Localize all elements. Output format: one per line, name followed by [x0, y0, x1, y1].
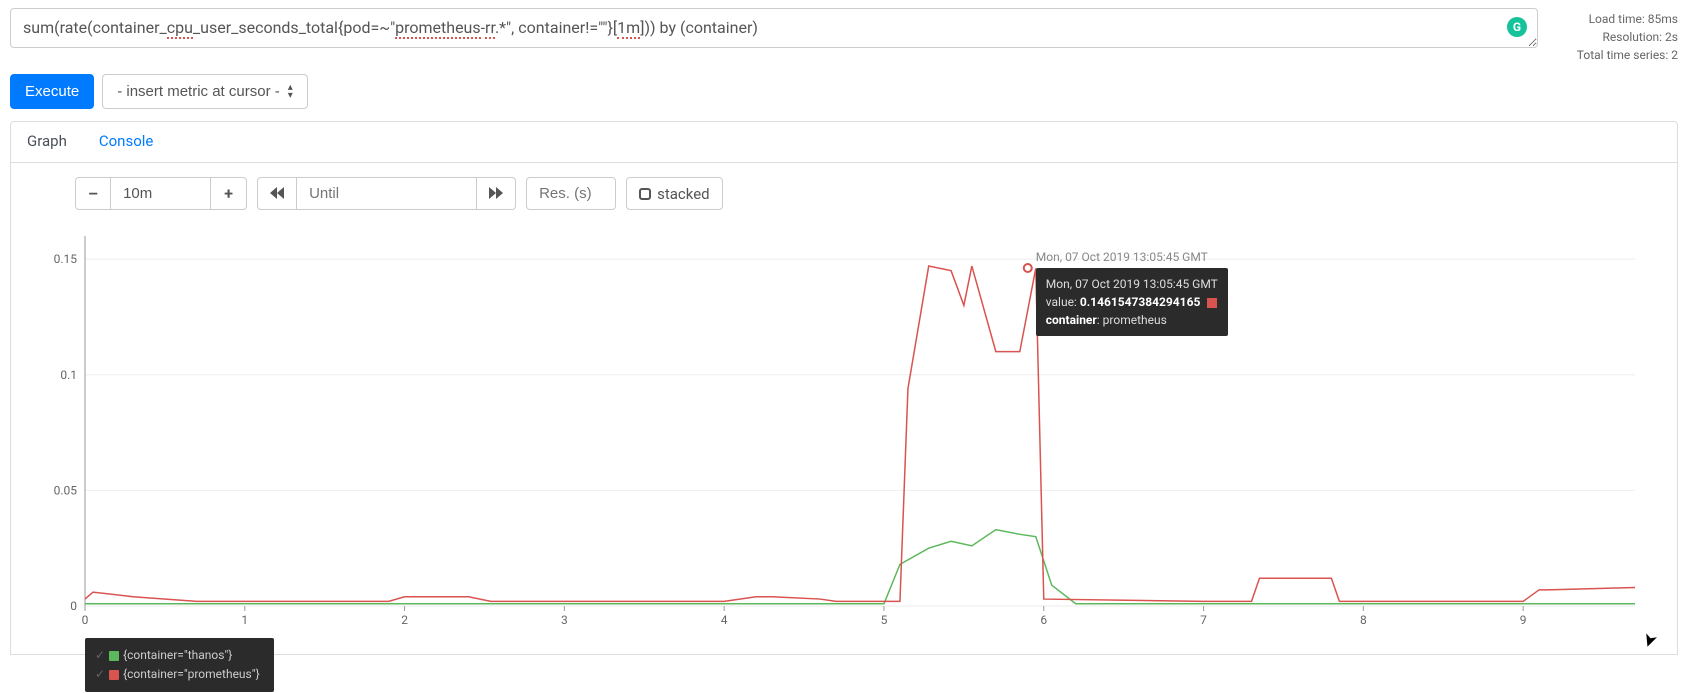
- tooltip-container-line: container: prometheus: [1046, 311, 1218, 329]
- svg-text:0.15: 0.15: [54, 252, 78, 266]
- time-forward-button[interactable]: [477, 177, 516, 210]
- query-text: sum(rate(container_cpu_user_seconds_tota…: [23, 18, 758, 39]
- tab-console[interactable]: Console: [83, 122, 170, 162]
- query-stats: Load time: 85ms Resolution: 2s Total tim…: [1548, 8, 1678, 64]
- stacked-label: stacked: [657, 185, 710, 203]
- stat-loadtime: Load time: 85ms: [1548, 10, 1678, 28]
- metric-selector-label: - insert metric at cursor -: [117, 83, 280, 100]
- tooltip-box: Mon, 07 Oct 2019 13:05:45 GMT value: 0.1…: [1036, 268, 1228, 336]
- svg-text:7: 7: [1200, 613, 1207, 627]
- svg-text:0.1: 0.1: [60, 368, 77, 382]
- metric-selector[interactable]: - insert metric at cursor - ▴▾: [102, 74, 308, 109]
- legend-item-prometheus[interactable]: ✓{container="prometheus"}: [95, 665, 260, 684]
- checkbox-icon: [639, 188, 651, 200]
- graph-panel: – + stacked: [10, 163, 1678, 655]
- legend-item-thanos[interactable]: ✓{container="thanos"}: [95, 646, 260, 665]
- legend: ✓{container="thanos"} ✓{container="prome…: [85, 638, 274, 692]
- until-input[interactable]: [297, 177, 477, 210]
- chart-svg[interactable]: 0 0.05 0.1 0.15 0 1 2 3 4 5 6 7 8 9: [25, 226, 1645, 636]
- query-input[interactable]: sum(rate(container_cpu_user_seconds_tota…: [10, 8, 1538, 48]
- svg-text:4: 4: [721, 613, 728, 627]
- svg-text:2: 2: [401, 613, 408, 627]
- execute-button[interactable]: Execute: [10, 74, 94, 109]
- tooltip-timestamp: Mon, 07 Oct 2019 13:05:45 GMT: [1036, 250, 1208, 264]
- resolution-input[interactable]: [526, 177, 616, 210]
- stat-total-series: Total time series: 2: [1548, 46, 1678, 64]
- svg-text:0: 0: [82, 613, 89, 627]
- tooltip-swatch: [1207, 298, 1217, 308]
- caret-updown-icon: ▴▾: [288, 84, 293, 100]
- range-input[interactable]: [111, 177, 211, 210]
- cursor-icon: ➤: [1637, 630, 1662, 651]
- rewind-icon: [270, 187, 284, 199]
- stat-resolution: Resolution: 2s: [1548, 28, 1678, 46]
- svg-text:5: 5: [881, 613, 888, 627]
- tooltip-line1: Mon, 07 Oct 2019 13:05:45 GMT: [1046, 275, 1218, 293]
- time-rewind-button[interactable]: [257, 177, 297, 210]
- grammarly-icon[interactable]: G: [1507, 17, 1527, 37]
- svg-text:0.05: 0.05: [54, 483, 78, 497]
- svg-text:6: 6: [1040, 613, 1047, 627]
- chart-area[interactable]: 0 0.05 0.1 0.15 0 1 2 3 4 5 6 7 8 9 Mon, 07 Oct 2019 …: [25, 226, 1663, 636]
- tab-graph[interactable]: Graph: [11, 122, 83, 162]
- forward-icon: [489, 187, 503, 199]
- tabs: Graph Console: [10, 121, 1678, 163]
- range-decrease-button[interactable]: –: [75, 177, 111, 210]
- range-increase-button[interactable]: +: [211, 177, 247, 210]
- svg-text:9: 9: [1520, 613, 1527, 627]
- tooltip-value-line: value: 0.1461547384294165: [1046, 293, 1218, 311]
- svg-text:1: 1: [241, 613, 248, 627]
- svg-text:8: 8: [1360, 613, 1367, 627]
- svg-text:0: 0: [70, 599, 77, 613]
- stacked-toggle[interactable]: stacked: [626, 177, 723, 210]
- svg-text:3: 3: [561, 613, 568, 627]
